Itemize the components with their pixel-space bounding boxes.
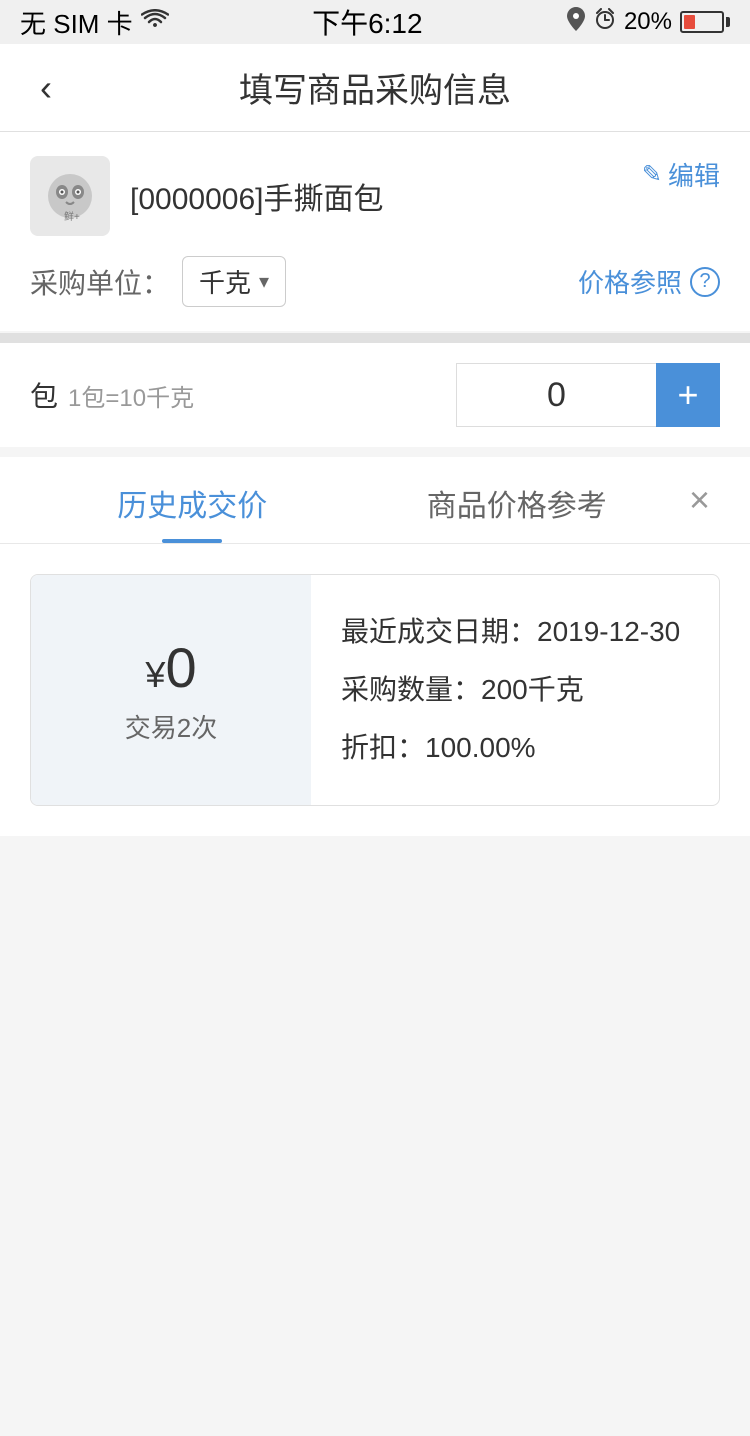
unit-select-dropdown[interactable]: 千克 ▾: [182, 256, 286, 307]
recent-date-row: 最近成交日期：2019-12-30: [341, 611, 689, 653]
section-divider: [0, 333, 750, 343]
history-content: ¥0 交易2次 最近成交日期：2019-12-30 采购数量：200千克 折扣：…: [0, 544, 750, 836]
unit-equivalence: 1包=10千克: [68, 378, 194, 413]
purchase-qty-row: 采购数量：200千克: [341, 669, 689, 711]
tab-product-price-ref[interactable]: 商品价格参考: [354, 457, 678, 543]
quantity-label-group: 包 1包=10千克: [30, 375, 194, 415]
tab-close-button[interactable]: ×: [679, 469, 720, 531]
discount-row: 折扣：100.00%: [341, 727, 689, 769]
price-ref-label: 价格参照: [578, 263, 682, 300]
price-card: ¥0 交易2次 最近成交日期：2019-12-30 采购数量：200千克 折扣：…: [30, 574, 720, 806]
discount-label: 折扣：: [341, 732, 425, 763]
tab-history-price-label: 历史成交价: [117, 490, 267, 523]
tab-section: 历史成交价 商品价格参考 × ¥0 交易2次 最近成交日期：2019-12-30…: [0, 457, 750, 836]
purchase-qty-label: 采购数量：: [341, 674, 481, 705]
product-thumbnail: 鲜+: [30, 156, 110, 236]
status-right: 20%: [566, 7, 730, 38]
unit-select-value: 千克: [199, 263, 251, 300]
quantity-input[interactable]: [456, 363, 656, 427]
edit-label: 编辑: [668, 156, 720, 193]
quantity-plus-button[interactable]: +: [656, 363, 720, 427]
trade-count: 交易2次: [125, 708, 217, 745]
purchase-unit-label: 采购单位：: [30, 262, 170, 302]
quantity-input-group: +: [456, 363, 720, 427]
dropdown-arrow-icon: ▾: [259, 269, 269, 294]
tab-history-price[interactable]: 历史成交价: [30, 457, 354, 543]
page-title: 填写商品采购信息: [239, 63, 511, 112]
back-button[interactable]: ‹: [30, 57, 62, 119]
tab-product-price-ref-label: 商品价格参考: [427, 490, 607, 523]
price-number: 0: [165, 636, 196, 699]
price-reference-button[interactable]: 价格参照 ?: [578, 263, 720, 300]
product-card: 鲜+ [0000006]手撕面包 ✎ 编辑 采购单位： 千克 ▾ 价格参照 ?: [0, 132, 750, 331]
alarm-icon: [594, 8, 616, 37]
discount-value: 100.00%: [425, 732, 536, 763]
nav-bar: ‹ 填写商品采购信息: [0, 44, 750, 132]
unit-selector-group: 采购单位： 千克 ▾: [30, 256, 286, 307]
price-amount: ¥0: [145, 635, 196, 700]
bottom-area: [0, 836, 750, 1436]
currency-symbol: ¥: [145, 654, 165, 695]
status-time: 下午6:12: [312, 2, 423, 42]
recent-date-value: 2019-12-30: [537, 616, 680, 647]
product-name: [0000006]手撕面包: [130, 174, 383, 218]
unit-badge: 包: [30, 375, 58, 415]
battery-percent: 20%: [624, 8, 672, 36]
no-sim-text: 无 SIM 卡: [20, 4, 133, 41]
quantity-row: 包 1包=10千克 +: [0, 343, 750, 447]
location-icon: [566, 7, 586, 38]
product-header: 鲜+ [0000006]手撕面包 ✎ 编辑: [30, 156, 720, 236]
purchase-qty-value: 200千克: [481, 674, 584, 705]
status-bar: 无 SIM 卡 下午6:12 20: [0, 0, 750, 44]
help-icon: ?: [690, 267, 720, 297]
edit-button[interactable]: ✎ 编辑: [642, 156, 720, 193]
purchase-unit-row: 采购单位： 千克 ▾ 价格参照 ?: [30, 256, 720, 307]
edit-icon: ✎: [642, 160, 662, 189]
price-card-right: 最近成交日期：2019-12-30 采购数量：200千克 折扣：100.00%: [311, 575, 719, 805]
wifi-icon: [141, 7, 169, 38]
tab-bar: 历史成交价 商品价格参考 ×: [0, 457, 750, 544]
recent-date-label: 最近成交日期：: [341, 616, 537, 647]
product-left: 鲜+ [0000006]手撕面包: [30, 156, 383, 236]
status-left: 无 SIM 卡: [20, 4, 169, 41]
price-card-left: ¥0 交易2次: [31, 575, 311, 805]
svg-text:鲜+: 鲜+: [64, 210, 80, 223]
battery-icon: [680, 11, 730, 33]
